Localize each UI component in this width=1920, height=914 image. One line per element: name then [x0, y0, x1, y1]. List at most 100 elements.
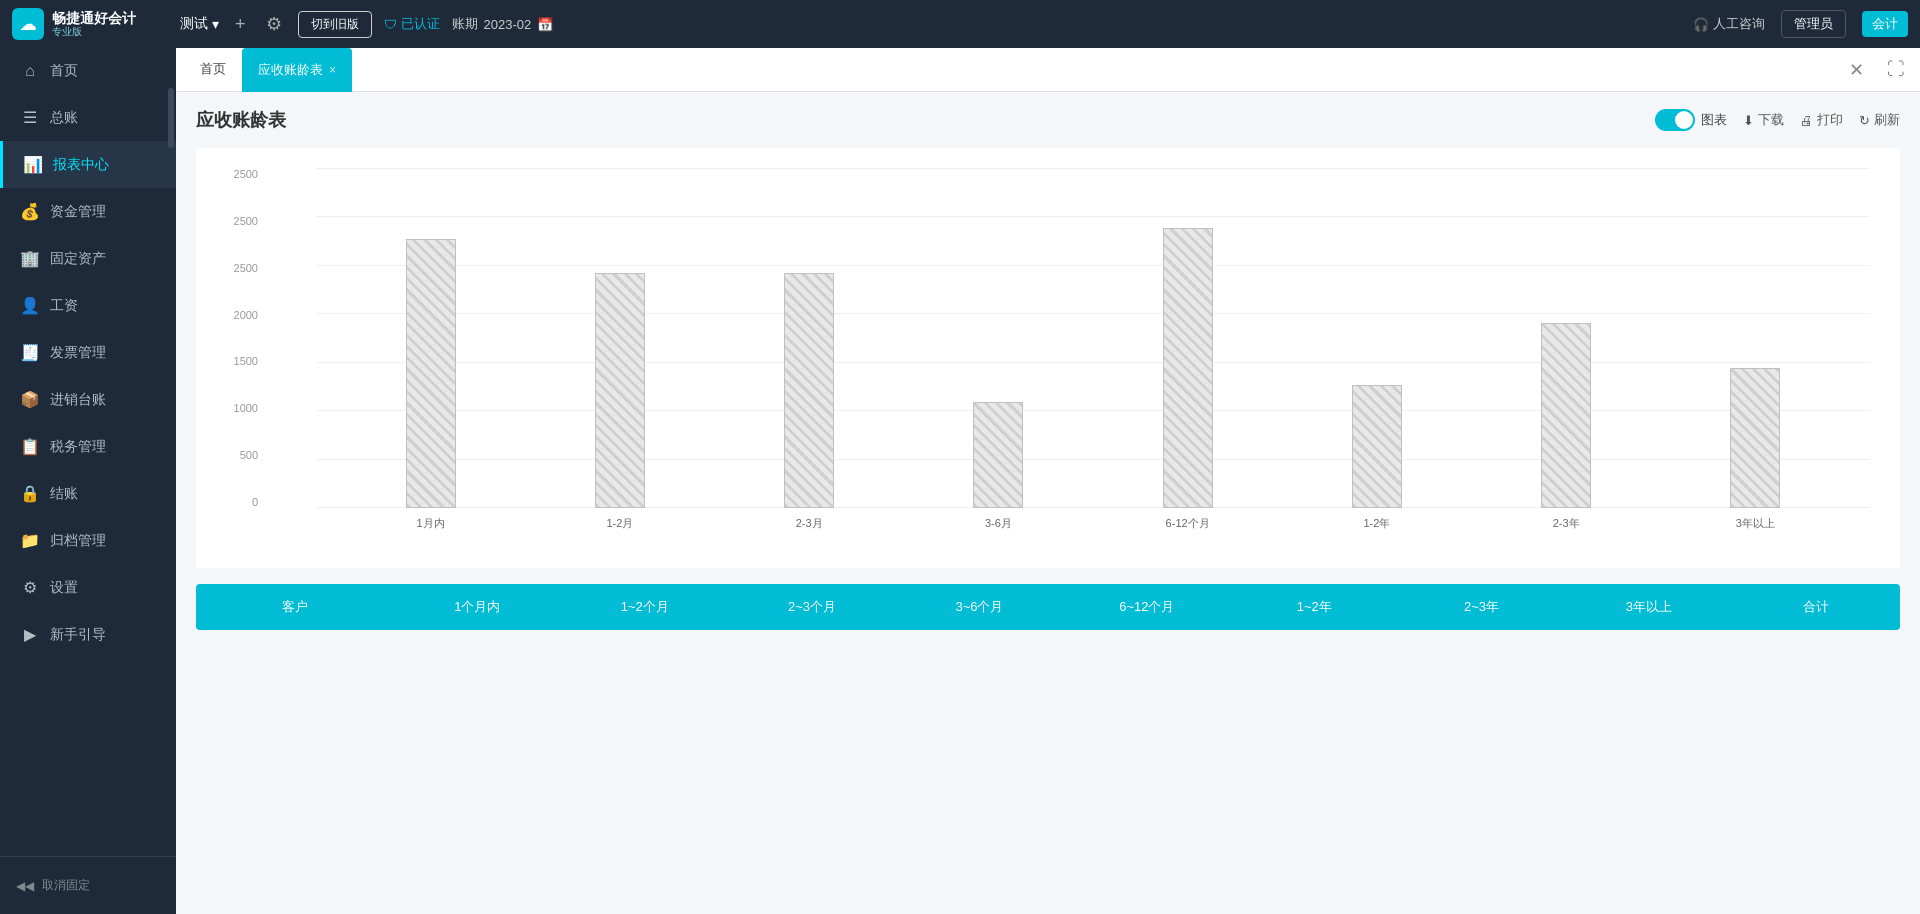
sidebar-label-funds: 资金管理	[50, 203, 106, 221]
sidebar-label-payroll: 工资	[50, 297, 78, 315]
bar[interactable]	[1163, 228, 1213, 508]
sidebar-icon-closing: 🔒	[20, 484, 40, 503]
bar[interactable]	[595, 273, 645, 508]
sidebar-label-reports: 报表中心	[53, 156, 109, 174]
tab-active-label: 应收账龄表	[258, 61, 323, 79]
y-axis-label: 0	[252, 496, 258, 508]
bar-group	[1093, 168, 1282, 508]
tab-close-icon[interactable]: ×	[329, 63, 336, 77]
sidebar-item-ledger[interactable]: ☰ 总账	[0, 94, 176, 141]
support-label: 人工咨询	[1713, 15, 1765, 33]
certified-badge: 🛡 已认证	[384, 15, 440, 33]
content-area: 首页 应收账龄表 × ✕ ⛶ 应收账龄表 图表	[176, 48, 1920, 914]
table-header-cell: 2~3年	[1398, 584, 1565, 630]
chart-toggle-label: 图表	[1655, 109, 1727, 131]
download-label: 下载	[1758, 111, 1784, 129]
table-header-cell: 2~3个月	[728, 584, 895, 630]
cancel-fixed-label: 取消固定	[42, 877, 90, 894]
bar[interactable]	[1541, 323, 1591, 508]
bar[interactable]	[406, 239, 456, 508]
sidebar-item-payroll[interactable]: 👤 工资	[0, 282, 176, 329]
unpin-icon: ◀◀	[16, 879, 34, 893]
sidebar-item-invoice[interactable]: 🧾 发票管理	[0, 329, 176, 376]
x-axis-label: 2-3年	[1472, 516, 1661, 531]
sidebar-label-home: 首页	[50, 62, 78, 80]
print-icon: 🖨	[1800, 113, 1813, 128]
download-icon: ⬇	[1743, 113, 1754, 128]
switch-version-button[interactable]: 切到旧版	[298, 11, 372, 38]
page-header: 应收账龄表 图表 ⬇ 下载 🖨 打印 ↻	[196, 108, 1900, 132]
x-axis-label: 3年以上	[1661, 516, 1850, 531]
calendar-icon[interactable]: 📅	[537, 17, 553, 32]
tab-home[interactable]: 首页	[184, 48, 242, 92]
print-label: 打印	[1817, 111, 1843, 129]
table-header-cell: 1~2个月	[561, 584, 728, 630]
sidebar-item-funds[interactable]: 💰 资金管理	[0, 188, 176, 235]
table-header-cell: 3~6个月	[896, 584, 1063, 630]
sidebar-item-assets[interactable]: 🏢 固定资产	[0, 235, 176, 282]
sidebar-item-inventory[interactable]: 📦 进销台账	[0, 376, 176, 423]
dropdown-icon: ▾	[212, 16, 219, 32]
page-title: 应收账龄表	[196, 108, 286, 132]
table-header-cell: 1~2年	[1231, 584, 1398, 630]
y-axis-label: 2500	[234, 215, 258, 227]
settings-icon[interactable]: ⚙	[262, 9, 286, 39]
period-value: 2023-02	[484, 17, 532, 32]
sidebar-label-inventory: 进销台账	[50, 391, 106, 409]
bar[interactable]	[784, 273, 834, 508]
y-axis-label: 500	[240, 449, 258, 461]
x-axis-label: 6-12个月	[1093, 516, 1282, 531]
tab-receivables[interactable]: 应收账龄表 ×	[242, 48, 352, 92]
x-axis-label: 1-2月	[525, 516, 714, 531]
user-button[interactable]: 管理员	[1781, 10, 1846, 38]
refresh-button[interactable]: ↻ 刷新	[1859, 111, 1900, 129]
bar-group	[904, 168, 1093, 508]
x-axis-label: 3-6月	[904, 516, 1093, 531]
scrollbar-thumb[interactable]	[168, 88, 174, 148]
y-axis-label: 2000	[234, 309, 258, 321]
sidebar-item-newbie[interactable]: ▶ 新手引导	[0, 611, 176, 658]
sidebar-icon-invoice: 🧾	[20, 343, 40, 362]
bar-group	[1661, 168, 1850, 508]
bar-group	[1282, 168, 1471, 508]
bar-group	[525, 168, 714, 508]
sidebar-footer: ◀◀ 取消固定	[0, 856, 176, 914]
sidebar-item-closing[interactable]: 🔒 结账	[0, 470, 176, 517]
tab-close-button[interactable]: ✕	[1840, 54, 1872, 86]
sidebar-label-tax: 税务管理	[50, 438, 106, 456]
workspace-selector[interactable]: 测试 ▾	[180, 15, 219, 33]
bars-row	[316, 168, 1870, 508]
y-axis-label: 1000	[234, 402, 258, 414]
download-button[interactable]: ⬇ 下载	[1743, 111, 1784, 129]
page-actions: 图表 ⬇ 下载 🖨 打印 ↻ 刷新	[1655, 109, 1900, 131]
bar[interactable]	[973, 402, 1023, 508]
topbar: ☁ 畅捷通好会计 专业版 测试 ▾ + ⚙ 切到旧版 🛡 已认证 账期 2023…	[0, 0, 1920, 48]
tab-home-label: 首页	[200, 60, 226, 78]
tab-expand-button[interactable]: ⛶	[1880, 54, 1912, 86]
sidebar-item-settings[interactable]: ⚙ 设置	[0, 564, 176, 611]
y-axis-label: 2500	[234, 168, 258, 180]
y-axis-label: 1500	[234, 355, 258, 367]
sidebar-label-closing: 结账	[50, 485, 78, 503]
data-table: 客户1个月内1~2个月2~3个月3~6个月6~12个月1~2年2~3年3年以上合…	[196, 584, 1900, 630]
bar[interactable]	[1730, 368, 1780, 508]
chart-toggle-switch[interactable]	[1655, 109, 1695, 131]
role-badge[interactable]: 会计	[1862, 11, 1908, 37]
sidebar-label-assets: 固定资产	[50, 250, 106, 268]
certified-text: 已认证	[401, 15, 440, 33]
cancel-fixed-button[interactable]: ◀◀ 取消固定	[0, 867, 176, 904]
sidebar-item-archive[interactable]: 📁 归档管理	[0, 517, 176, 564]
print-button[interactable]: 🖨 打印	[1800, 111, 1843, 129]
sidebar-item-home[interactable]: ⌂ 首页	[0, 48, 176, 94]
sidebar-item-tax[interactable]: 📋 税务管理	[0, 423, 176, 470]
sidebar-icon-ledger: ☰	[20, 108, 40, 127]
bar-group	[336, 168, 525, 508]
toggle-text: 图表	[1701, 111, 1727, 129]
support-button[interactable]: 🎧 人工咨询	[1693, 15, 1765, 33]
bar-group	[1472, 168, 1661, 508]
refresh-icon: ↻	[1859, 113, 1870, 128]
sidebar-item-reports[interactable]: 📊 报表中心	[0, 141, 176, 188]
bar[interactable]	[1352, 385, 1402, 508]
app-name: 畅捷通好会计	[52, 10, 136, 27]
add-icon[interactable]: +	[231, 10, 250, 39]
